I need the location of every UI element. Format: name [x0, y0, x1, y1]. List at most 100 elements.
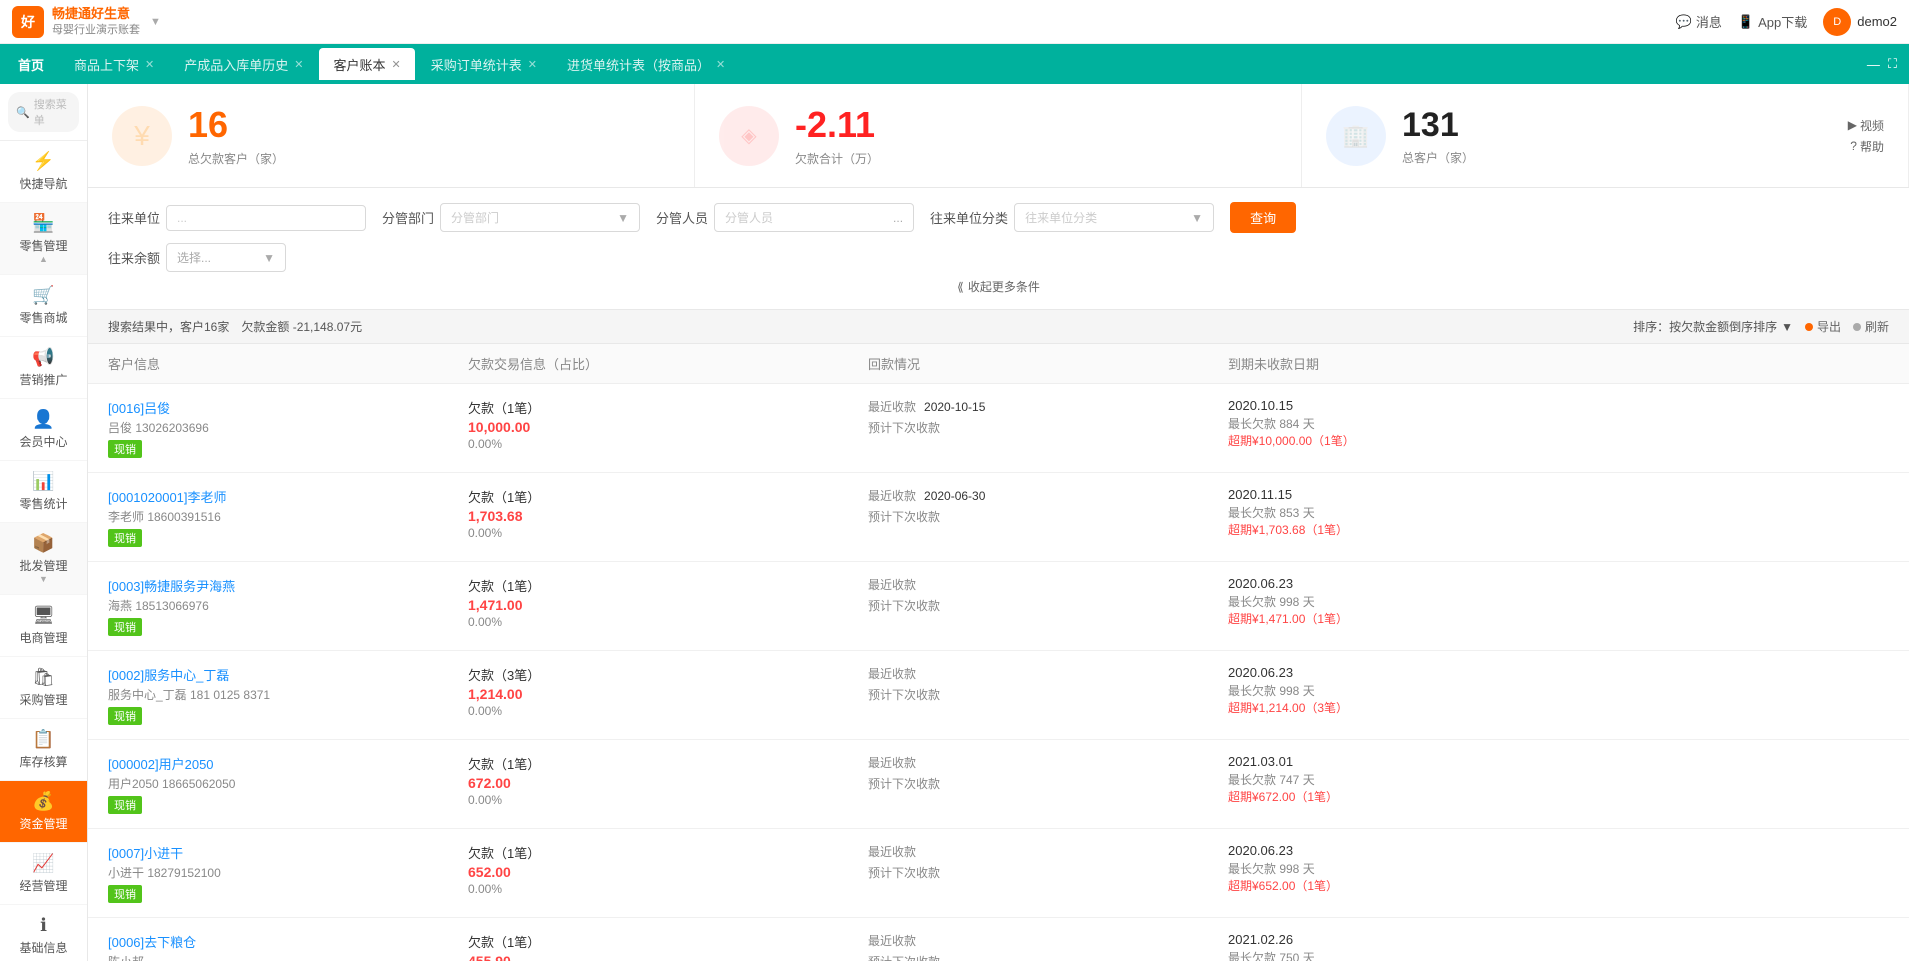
- debt-amount-3[interactable]: 1,214.00: [468, 686, 868, 702]
- tab-purchase-product-close[interactable]: ✕: [716, 58, 725, 71]
- department-input[interactable]: 分管部门 ▼: [440, 203, 640, 232]
- tab-home[interactable]: 首页: [4, 48, 58, 80]
- collapse-filter-btn[interactable]: ⟪ 收起更多条件: [108, 272, 1889, 301]
- department-value: 分管部门: [451, 209, 499, 226]
- debt-info-6: 欠款（1笔） 455.90 0.00%: [468, 932, 868, 961]
- sidebar-item-basic-info[interactable]: ℹ 基础信息: [0, 905, 87, 961]
- sidebar-item-retail-mall[interactable]: 🛒 零售商城: [0, 275, 87, 337]
- sidebar-item-member[interactable]: 👤 会员中心: [0, 399, 87, 461]
- overdue-amount-1[interactable]: 超期¥1,703.68（1笔）: [1228, 521, 1889, 538]
- customer-name-2[interactable]: [0003]畅捷服务尹海燕: [108, 579, 235, 594]
- sort-dropdown[interactable]: 排序：按欠款金额倒序排序 ▼: [1633, 318, 1793, 335]
- tab-warehouse-history[interactable]: 产成品入库单历史 ✕: [170, 48, 317, 80]
- unit-category-input[interactable]: 往来单位分类 ▼: [1014, 203, 1214, 232]
- app-download-btn[interactable]: 📱 App下载: [1738, 12, 1807, 31]
- sidebar-search-box[interactable]: 🔍 搜索菜单: [8, 92, 79, 132]
- tab-purchase-stats[interactable]: 采购订单统计表 ✕: [417, 48, 551, 80]
- filter-area: 往来单位 ... 分管部门 分管部门 ▼ 分管人员 分管人员: [88, 188, 1909, 310]
- window-minimize-icon[interactable]: —: [1867, 57, 1880, 72]
- return-recent-label-4: 最近收款: [868, 756, 916, 770]
- overdue-amount-4[interactable]: 超期¥672.00（1笔）: [1228, 788, 1889, 805]
- sidebar-item-quick-nav[interactable]: ⚡ 快捷导航: [0, 141, 87, 203]
- stat-label-debt-total: 欠款合计（万）: [795, 150, 879, 167]
- from-unit-input[interactable]: ...: [166, 205, 366, 231]
- main-layout: 🔍 搜索菜单 ⚡ 快捷导航 🏪 零售管理 ▲ 🛒 零售商城 📢 营销推广: [0, 84, 1909, 961]
- debt-amount-2[interactable]: 1,471.00: [468, 597, 868, 613]
- tab-customer-ledger[interactable]: 客户账本 ✕: [319, 48, 414, 80]
- top-header: 好 畅捷通好生意 母婴行业演示账套 ▼ 💬 消息 📱 App下载 D demo2: [0, 0, 1909, 44]
- customer-name-3[interactable]: [0002]服务中心_丁磊: [108, 668, 229, 683]
- sidebar-item-purchase[interactable]: 🛍 采购管理: [0, 657, 87, 719]
- tab-purchase-close[interactable]: ✕: [528, 58, 537, 71]
- tab-product-shelf[interactable]: 商品上下架 ✕: [60, 48, 168, 80]
- sidebar: 🔍 搜索菜单 ⚡ 快捷导航 🏪 零售管理 ▲ 🛒 零售商城 📢 营销推广: [0, 84, 88, 961]
- customer-name-4[interactable]: [000002]用户2050: [108, 757, 214, 772]
- overdue-info-3: 2020.06.23 最长欠款 998 天 超期¥1,214.00（3笔）: [1228, 665, 1889, 716]
- tab-bar-actions: — ⛶: [1867, 56, 1905, 72]
- return-recent-label-3: 最近收款: [868, 667, 916, 681]
- tab-purchase-product-stats[interactable]: 进货单统计表（按商品） ✕: [553, 48, 739, 80]
- debt-count-1: 欠款（1笔）: [468, 487, 868, 506]
- overdue-amount-3[interactable]: 超期¥1,214.00（3笔）: [1228, 699, 1889, 716]
- window-maximize-icon[interactable]: ⛶: [1888, 56, 1897, 72]
- debt-amount-1[interactable]: 1,703.68: [468, 508, 868, 524]
- sidebar-item-retail-mgmt[interactable]: 🏪 零售管理 ▲: [0, 203, 87, 275]
- search-button[interactable]: 查询: [1230, 202, 1296, 233]
- debt-amount-0[interactable]: 10,000.00: [468, 419, 868, 435]
- tab-warehouse-close[interactable]: ✕: [294, 58, 303, 71]
- debt-info-1: 欠款（1笔） 1,703.68 0.00%: [468, 487, 868, 540]
- help-btn[interactable]: ? 帮助: [1850, 138, 1884, 155]
- refresh-btn[interactable]: 刷新: [1853, 318, 1889, 335]
- from-unit-label: 往来单位: [108, 208, 160, 227]
- app-name: 畅捷通好生意: [52, 6, 140, 23]
- overdue-info-5: 2020.06.23 最长欠款 998 天 超期¥652.00（1笔）: [1228, 843, 1889, 894]
- tab-product-shelf-close[interactable]: ✕: [145, 58, 154, 71]
- app-download-icon: 📱: [1738, 14, 1754, 30]
- col-header-customer: 客户信息: [108, 354, 468, 373]
- debt-info-5: 欠款（1笔） 652.00 0.00%: [468, 843, 868, 896]
- return-next-6: 预计下次收款: [868, 953, 1228, 961]
- return-next-0: 预计下次收款: [868, 419, 1228, 436]
- basic-info-icon: ℹ: [40, 915, 47, 936]
- manager-input[interactable]: 分管人员 ...: [714, 203, 914, 232]
- video-icon: ▶: [1848, 118, 1857, 132]
- filter-department: 分管部门 分管部门 ▼: [382, 203, 640, 232]
- customer-info-1: [0001020001]李老师 李老师 18600391516 现销: [108, 487, 468, 547]
- customer-name-6[interactable]: [0006]去下粮仓: [108, 935, 196, 950]
- export-btn[interactable]: 导出: [1805, 318, 1841, 335]
- sidebar-item-inventory[interactable]: 📋 库存核算: [0, 719, 87, 781]
- video-btn[interactable]: ▶ 视频: [1848, 117, 1884, 134]
- overdue-amount-5[interactable]: 超期¥652.00（1笔）: [1228, 877, 1889, 894]
- debt-amount-5[interactable]: 652.00: [468, 864, 868, 880]
- customer-contact-2: 海燕 18513066976: [108, 597, 468, 614]
- balance-input[interactable]: 选择... ▼: [166, 243, 286, 272]
- return-next-3: 预计下次收款: [868, 686, 1228, 703]
- message-btn[interactable]: 💬 消息: [1676, 12, 1722, 31]
- overdue-amount-0[interactable]: 超期¥10,000.00（1笔）: [1228, 432, 1889, 449]
- table-row: [0003]畅捷服务尹海燕 海燕 18513066976 现销 欠款（1笔） 1…: [88, 562, 1909, 651]
- finance-label: 资金管理: [19, 815, 67, 832]
- stat-info-total: 131 总客户（家）: [1402, 106, 1474, 166]
- return-info-6: 最近收款 预计下次收款: [868, 932, 1228, 961]
- tab-customer-close[interactable]: ✕: [392, 58, 401, 71]
- customer-name-0[interactable]: [0016]吕俊: [108, 401, 170, 416]
- sidebar-item-operations[interactable]: 📈 经营管理: [0, 843, 87, 905]
- sidebar-item-marketing[interactable]: 📢 营销推广: [0, 337, 87, 399]
- sidebar-item-wholesale-mgmt[interactable]: 📦 批发管理 ▼: [0, 523, 87, 595]
- debt-amount-4[interactable]: 672.00: [468, 775, 868, 791]
- debt-amount-6[interactable]: 455.90: [468, 953, 868, 961]
- col-header-overdue: 到期未收款日期: [1228, 354, 1889, 373]
- user-menu[interactable]: D demo2: [1823, 8, 1897, 36]
- customer-name-5[interactable]: [0007]小进干: [108, 846, 183, 861]
- overdue-amount-2[interactable]: 超期¥1,471.00（1笔）: [1228, 610, 1889, 627]
- return-next-4: 预计下次收款: [868, 775, 1228, 792]
- sidebar-item-retail-stats[interactable]: 📊 零售统计: [0, 461, 87, 523]
- customer-contact-5: 小进干 18279152100: [108, 864, 468, 881]
- stat-info-debt: 16 总欠款客户（家）: [188, 104, 284, 167]
- sidebar-item-ecommerce[interactable]: 🖥 电商管理: [0, 595, 87, 657]
- marketing-icon: 📢: [32, 347, 54, 368]
- customer-name-1[interactable]: [0001020001]李老师: [108, 490, 227, 505]
- customer-contact-3: 服务中心_丁磊 181 0125 8371: [108, 686, 468, 703]
- member-label: 会员中心: [19, 433, 67, 450]
- sidebar-item-finance[interactable]: 💰 资金管理: [0, 781, 87, 843]
